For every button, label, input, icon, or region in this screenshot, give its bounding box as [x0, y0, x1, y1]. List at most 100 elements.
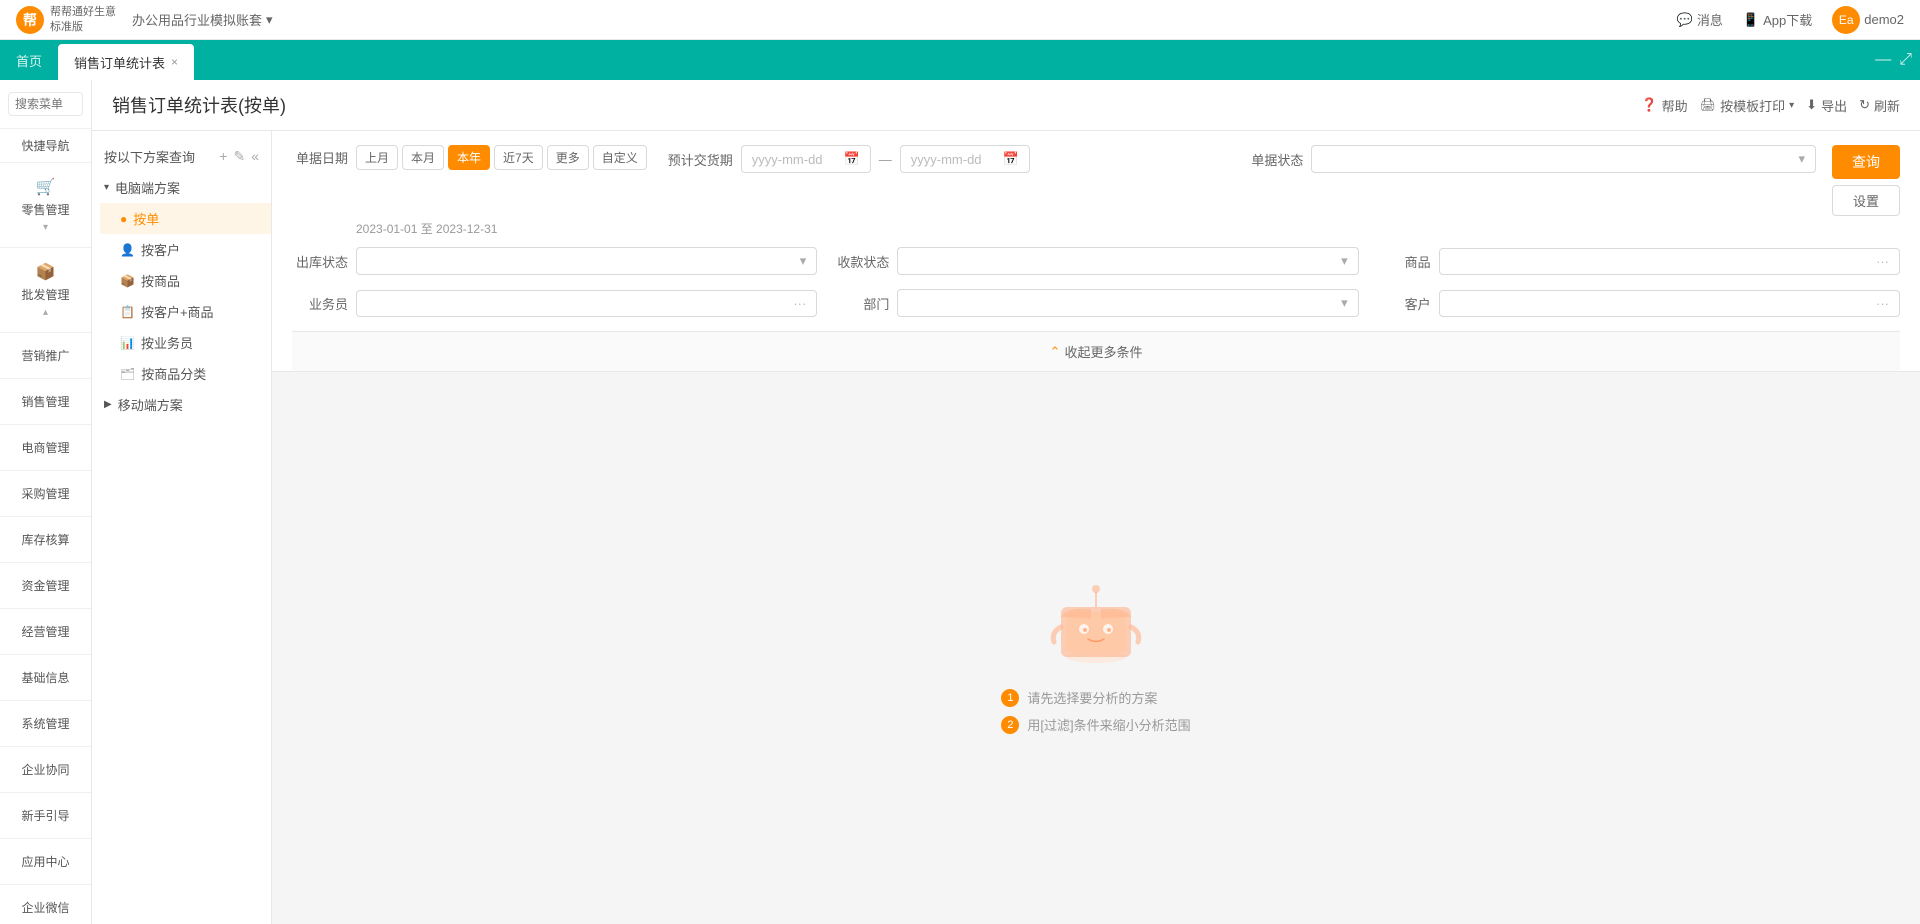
download-icon: 📱: [1743, 12, 1759, 28]
customer-select[interactable]: ···: [1439, 290, 1900, 317]
date-label: 单据日期: [292, 148, 348, 167]
top-bar-left: 帮 帮帮通好生意 标准版 办公用品行业模拟账套 ▾: [16, 5, 273, 34]
left-panel-header: 按以下方案查询 + ✎ «: [92, 141, 271, 172]
order-status-select[interactable]: ▾: [1311, 145, 1816, 173]
sidebar-item-retail[interactable]: 🛒 零售管理 ▾: [0, 163, 91, 248]
sidebar-item-ecommerce[interactable]: 电商管理: [0, 425, 91, 471]
user-profile[interactable]: Ea demo2: [1832, 6, 1904, 34]
refresh-button[interactable]: ↻ 刷新: [1859, 96, 1900, 115]
chevron-down-icon: ▾: [266, 12, 273, 28]
sidebar-item-system[interactable]: 系统管理: [0, 701, 91, 747]
chevron-down-icon: ▾: [1341, 295, 1348, 311]
page-actions: ❓ 帮助 🖨 按模板打印 ▾ ⬇ 导出 ↻ 刷新: [1641, 96, 1900, 115]
collapse-bar[interactable]: ⌃ 收起更多条件: [292, 331, 1900, 371]
tab-bar: 首页 销售订单统计表 × — ⤢: [0, 40, 1920, 80]
query-button[interactable]: 查询: [1832, 145, 1900, 179]
payment-status-select[interactable]: ▾: [897, 247, 1358, 275]
hint-num-2: 2: [1001, 716, 1019, 734]
scheme-by-salesperson[interactable]: 📊 按业务员: [100, 327, 271, 358]
content-area: 销售订单统计表(按单) ❓ 帮助 🖨 按模板打印 ▾ ⬇ 导出 ↻ 刷新: [92, 80, 1920, 924]
sidebar: 快捷导航 🛒 零售管理 ▾ 📦 批发管理 ▴ 营销推广 销售管理 电商管理 采购…: [0, 80, 92, 924]
collapse-panel-icon[interactable]: «: [251, 148, 259, 165]
scheme-active-icon: ●: [120, 212, 127, 226]
goods-select[interactable]: ···: [1439, 248, 1900, 275]
sidebar-item-finance[interactable]: 资金管理: [0, 563, 91, 609]
scheme-by-customer[interactable]: 👤 按客户: [100, 234, 271, 265]
salesperson-select[interactable]: ···: [356, 290, 817, 317]
delivery-status-label: 出库状态: [292, 252, 348, 271]
top-bar-right: 💬 消息 📱 App下载 Ea demo2: [1677, 6, 1904, 34]
order-status-label: 单据状态: [1247, 150, 1303, 169]
print-icon: 🖨: [1700, 97, 1717, 113]
sidebar-item-sales[interactable]: 销售管理: [0, 379, 91, 425]
sidebar-item-appcenter[interactable]: 应用中心: [0, 839, 91, 885]
scheme-by-goods-category[interactable]: 🗂 按商品分类: [100, 358, 271, 389]
sidebar-item-newuser[interactable]: 新手引导: [0, 793, 91, 839]
search-input[interactable]: [8, 92, 83, 116]
workspace-dropdown[interactable]: 办公用品行业模拟账套 ▾: [132, 10, 273, 29]
department-label: 部门: [833, 294, 889, 313]
wholesale-icon: 📦: [36, 262, 56, 282]
delivery-date-to[interactable]: yyyy-mm-dd 📅: [900, 145, 1030, 173]
sidebar-item-marketing[interactable]: 营销推广: [0, 333, 91, 379]
empty-text: 1 请先选择要分析的方案 2 用[过滤]条件来缩小分析范围: [1001, 688, 1190, 734]
expand-tab-icon[interactable]: ⤢: [1899, 51, 1912, 69]
mobile-scheme-group[interactable]: ▶ 移动端方案: [92, 389, 271, 420]
date-btn-this-month[interactable]: 本月: [402, 145, 444, 170]
date-btn-last-month[interactable]: 上月: [356, 145, 398, 170]
sidebar-item-operations[interactable]: 经营管理: [0, 609, 91, 655]
ellipsis-icon-3: ···: [1876, 296, 1889, 311]
department-select[interactable]: ▾: [897, 289, 1358, 317]
sidebar-nav-item[interactable]: 快捷导航: [0, 129, 91, 163]
export-icon: ⬇: [1806, 97, 1817, 113]
content-body: 按以下方案查询 + ✎ « ▾ 电脑端方案 ● 按单: [92, 131, 1920, 924]
retail-icon: 🛒: [36, 177, 56, 197]
print-button[interactable]: 🖨 按模板打印 ▾: [1700, 96, 1795, 115]
chevron-down-icon: ▾: [43, 222, 48, 233]
date-divider: —: [879, 152, 892, 167]
payment-status-label: 收款状态: [833, 252, 889, 271]
hint-num-1: 1: [1001, 689, 1019, 707]
delivery-date-from[interactable]: yyyy-mm-dd 📅: [741, 145, 871, 173]
export-button[interactable]: ⬇ 导出: [1806, 96, 1847, 115]
tab-close-icon[interactable]: ×: [171, 55, 178, 69]
sidebar-item-basic[interactable]: 基础信息: [0, 655, 91, 701]
app-download-button[interactable]: 📱 App下载: [1743, 10, 1812, 29]
chevron-down-icon: ▾: [1341, 253, 1348, 269]
empty-hint-2: 2 用[过滤]条件来缩小分析范围: [1001, 715, 1190, 734]
expand-icon: ▾: [104, 182, 109, 193]
edit-scheme-icon[interactable]: ✎: [233, 148, 245, 165]
sidebar-item-wechat[interactable]: 企业微信: [0, 885, 91, 924]
calendar-icon-2: 📅: [1003, 151, 1019, 167]
sidebar-search-area: [0, 80, 91, 129]
left-scheme-panel: 按以下方案查询 + ✎ « ▾ 电脑端方案 ● 按单: [92, 131, 272, 924]
scheme-by-order[interactable]: ● 按单: [100, 203, 271, 234]
tab-sales-order[interactable]: 销售订单统计表 ×: [58, 44, 194, 80]
delivery-status-select[interactable]: ▾: [356, 247, 817, 275]
minimize-tab-icon[interactable]: —: [1875, 51, 1891, 69]
tab-expand-area: — ⤢: [1875, 51, 1912, 69]
sidebar-item-purchase[interactable]: 采购管理: [0, 471, 91, 517]
logo-icon: 帮: [16, 6, 44, 34]
salesperson-label: 业务员: [292, 294, 348, 313]
tab-home[interactable]: 首页: [0, 40, 58, 80]
date-btn-custom[interactable]: 自定义: [593, 145, 647, 170]
goods-icon: 📦: [120, 274, 135, 288]
scheme-by-goods[interactable]: 📦 按商品: [100, 265, 271, 296]
pc-scheme-group[interactable]: ▾ 电脑端方案: [92, 172, 271, 203]
date-range-display: 2023-01-01 至 2023-12-31: [356, 222, 497, 236]
delivery-date-label: 预计交货期: [663, 150, 733, 169]
sidebar-item-enterprise[interactable]: 企业协同: [0, 747, 91, 793]
scheme-by-customer-goods[interactable]: 📋 按客户+商品: [100, 296, 271, 327]
salesperson-icon: 📊: [120, 336, 135, 350]
date-btn-last-7-days[interactable]: 近7天: [494, 145, 543, 170]
date-btn-this-year[interactable]: 本年: [448, 145, 490, 170]
messages-button[interactable]: 💬 消息: [1677, 10, 1723, 29]
settings-button[interactable]: 设置: [1832, 185, 1900, 216]
add-scheme-icon[interactable]: +: [219, 148, 227, 165]
sidebar-item-wholesale[interactable]: 📦 批发管理 ▴: [0, 248, 91, 333]
date-btn-more[interactable]: 更多: [547, 145, 589, 170]
sidebar-item-inventory[interactable]: 库存核算: [0, 517, 91, 563]
help-button[interactable]: ❓ 帮助: [1641, 96, 1687, 115]
goods-label: 商品: [1375, 252, 1431, 271]
